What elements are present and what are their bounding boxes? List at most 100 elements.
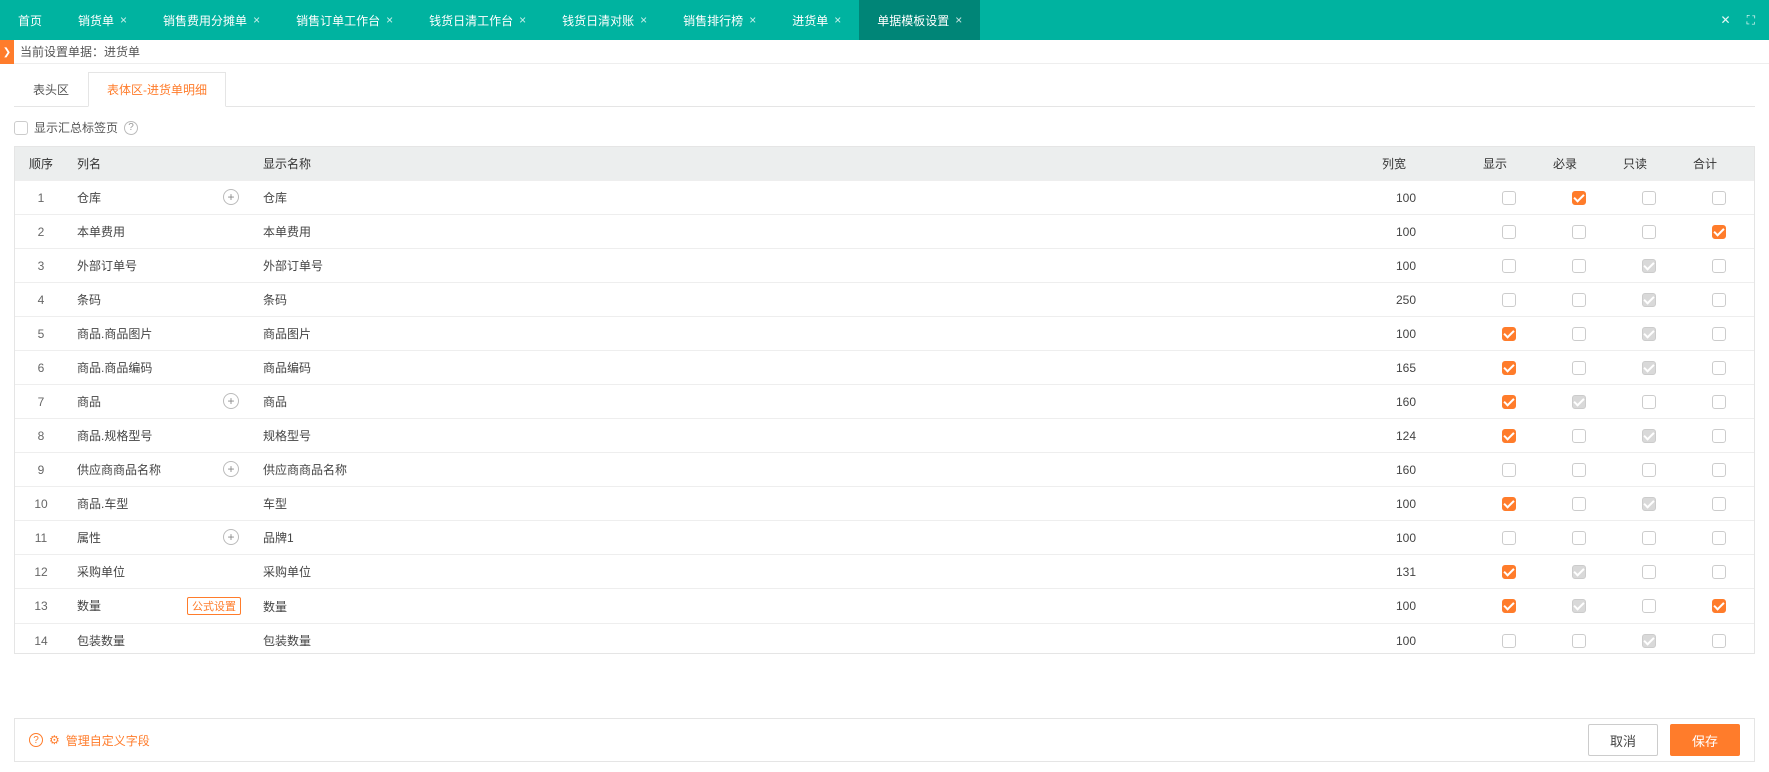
checkbox[interactable]: [1572, 259, 1586, 273]
checkbox[interactable]: [1712, 361, 1726, 375]
checkbox[interactable]: [1502, 497, 1516, 511]
cell-width[interactable]: 100: [1386, 624, 1474, 654]
checkbox[interactable]: [1502, 463, 1516, 477]
help-icon[interactable]: ?: [124, 121, 138, 135]
sub-tab[interactable]: 表头区: [14, 72, 88, 106]
checkbox[interactable]: [1572, 225, 1586, 239]
cell-width[interactable]: 165: [1386, 351, 1474, 385]
close-icon[interactable]: ×: [253, 13, 260, 27]
cell-width[interactable]: 100: [1386, 181, 1474, 215]
checkbox[interactable]: [1572, 531, 1586, 545]
formula-button[interactable]: 公式设置: [187, 597, 241, 615]
table-row[interactable]: 14包装数量包装数量100: [15, 624, 1754, 654]
sub-tab[interactable]: 表体区-进货单明细: [88, 72, 226, 107]
checkbox[interactable]: [1572, 463, 1586, 477]
checkbox[interactable]: [1502, 429, 1516, 443]
checkbox[interactable]: [1712, 565, 1726, 579]
cell-width[interactable]: 160: [1386, 385, 1474, 419]
cell-dispname[interactable]: 商品编码: [253, 351, 1386, 385]
checkbox[interactable]: [1502, 565, 1516, 579]
close-icon[interactable]: ×: [834, 13, 841, 27]
cell-width[interactable]: 100: [1386, 589, 1474, 624]
cell-width[interactable]: 100: [1386, 249, 1474, 283]
cell-width[interactable]: 100: [1386, 487, 1474, 521]
cell-width[interactable]: 250: [1386, 283, 1474, 317]
top-tab[interactable]: 进货单×: [774, 0, 859, 40]
fullscreen-icon[interactable]: ⛶: [1747, 13, 1755, 28]
add-icon[interactable]: +: [223, 529, 239, 545]
cell-dispname[interactable]: 品牌1: [253, 521, 1386, 555]
checkbox[interactable]: [1502, 395, 1516, 409]
cancel-button[interactable]: 取消: [1588, 724, 1658, 756]
checkbox[interactable]: [1502, 634, 1516, 648]
checkbox[interactable]: [1502, 599, 1516, 613]
table-row[interactable]: 5商品.商品图片商品图片100: [15, 317, 1754, 351]
show-summary-checkbox[interactable]: [14, 121, 28, 135]
close-icon[interactable]: ×: [519, 13, 526, 27]
manage-custom-fields-link[interactable]: 管理自定义字段: [66, 732, 150, 749]
checkbox[interactable]: [1502, 293, 1516, 307]
table-row[interactable]: 7商品+商品160: [15, 385, 1754, 419]
cell-dispname[interactable]: 本单费用: [253, 215, 1386, 249]
checkbox[interactable]: [1642, 565, 1656, 579]
checkbox[interactable]: [1712, 429, 1726, 443]
close-icon[interactable]: ×: [955, 13, 962, 27]
checkbox[interactable]: [1502, 327, 1516, 341]
checkbox[interactable]: [1642, 531, 1656, 545]
top-tab[interactable]: 单据模板设置×: [859, 0, 980, 40]
close-icon[interactable]: ×: [640, 13, 647, 27]
checkbox[interactable]: [1712, 463, 1726, 477]
checkbox[interactable]: [1502, 259, 1516, 273]
checkbox[interactable]: [1572, 293, 1586, 307]
checkbox[interactable]: [1712, 497, 1726, 511]
table-row[interactable]: 8商品.规格型号规格型号124: [15, 419, 1754, 453]
checkbox[interactable]: [1572, 634, 1586, 648]
cell-width[interactable]: 160: [1386, 453, 1474, 487]
top-tab[interactable]: 销售订单工作台×: [278, 0, 411, 40]
cell-width[interactable]: 100: [1386, 521, 1474, 555]
table-row[interactable]: 4条码条码250: [15, 283, 1754, 317]
table-row[interactable]: 13数量公式设置数量100: [15, 589, 1754, 624]
checkbox[interactable]: [1712, 191, 1726, 205]
cell-dispname[interactable]: 供应商商品名称: [253, 453, 1386, 487]
cell-width[interactable]: 131: [1386, 555, 1474, 589]
cell-dispname[interactable]: 商品: [253, 385, 1386, 419]
close-icon[interactable]: ×: [386, 13, 393, 27]
table-row[interactable]: 1仓库+仓库100: [15, 181, 1754, 215]
close-icon[interactable]: ×: [120, 13, 127, 27]
checkbox[interactable]: [1642, 599, 1656, 613]
cell-dispname[interactable]: 外部订单号: [253, 249, 1386, 283]
top-tab[interactable]: 钱货日清对账×: [544, 0, 665, 40]
checkbox[interactable]: [1642, 191, 1656, 205]
cell-dispname[interactable]: 车型: [253, 487, 1386, 521]
cell-dispname[interactable]: 仓库: [253, 181, 1386, 215]
cell-width[interactable]: 124: [1386, 419, 1474, 453]
checkbox[interactable]: [1712, 225, 1726, 239]
cell-dispname[interactable]: 采购单位: [253, 555, 1386, 589]
cell-width[interactable]: 100: [1386, 317, 1474, 351]
close-all-icon[interactable]: ✕: [1721, 13, 1731, 27]
checkbox[interactable]: [1642, 395, 1656, 409]
checkbox[interactable]: [1712, 634, 1726, 648]
checkbox[interactable]: [1572, 429, 1586, 443]
add-icon[interactable]: +: [223, 461, 239, 477]
add-icon[interactable]: +: [223, 393, 239, 409]
checkbox[interactable]: [1502, 191, 1516, 205]
footer-help-icon[interactable]: ?: [29, 733, 43, 747]
cell-dispname[interactable]: 条码: [253, 283, 1386, 317]
checkbox[interactable]: [1712, 293, 1726, 307]
checkbox[interactable]: [1642, 225, 1656, 239]
checkbox[interactable]: [1572, 191, 1586, 205]
table-row[interactable]: 6商品.商品编码商品编码165: [15, 351, 1754, 385]
top-tab[interactable]: 首页: [0, 0, 60, 40]
table-row[interactable]: 10商品.车型车型100: [15, 487, 1754, 521]
add-icon[interactable]: +: [223, 189, 239, 205]
checkbox[interactable]: [1502, 361, 1516, 375]
top-tab[interactable]: 钱货日清工作台×: [411, 0, 544, 40]
cell-dispname[interactable]: 包装数量: [253, 624, 1386, 654]
save-button[interactable]: 保存: [1670, 724, 1740, 756]
checkbox[interactable]: [1572, 361, 1586, 375]
table-row[interactable]: 9供应商商品名称+供应商商品名称160: [15, 453, 1754, 487]
checkbox[interactable]: [1572, 497, 1586, 511]
cell-dispname[interactable]: 规格型号: [253, 419, 1386, 453]
